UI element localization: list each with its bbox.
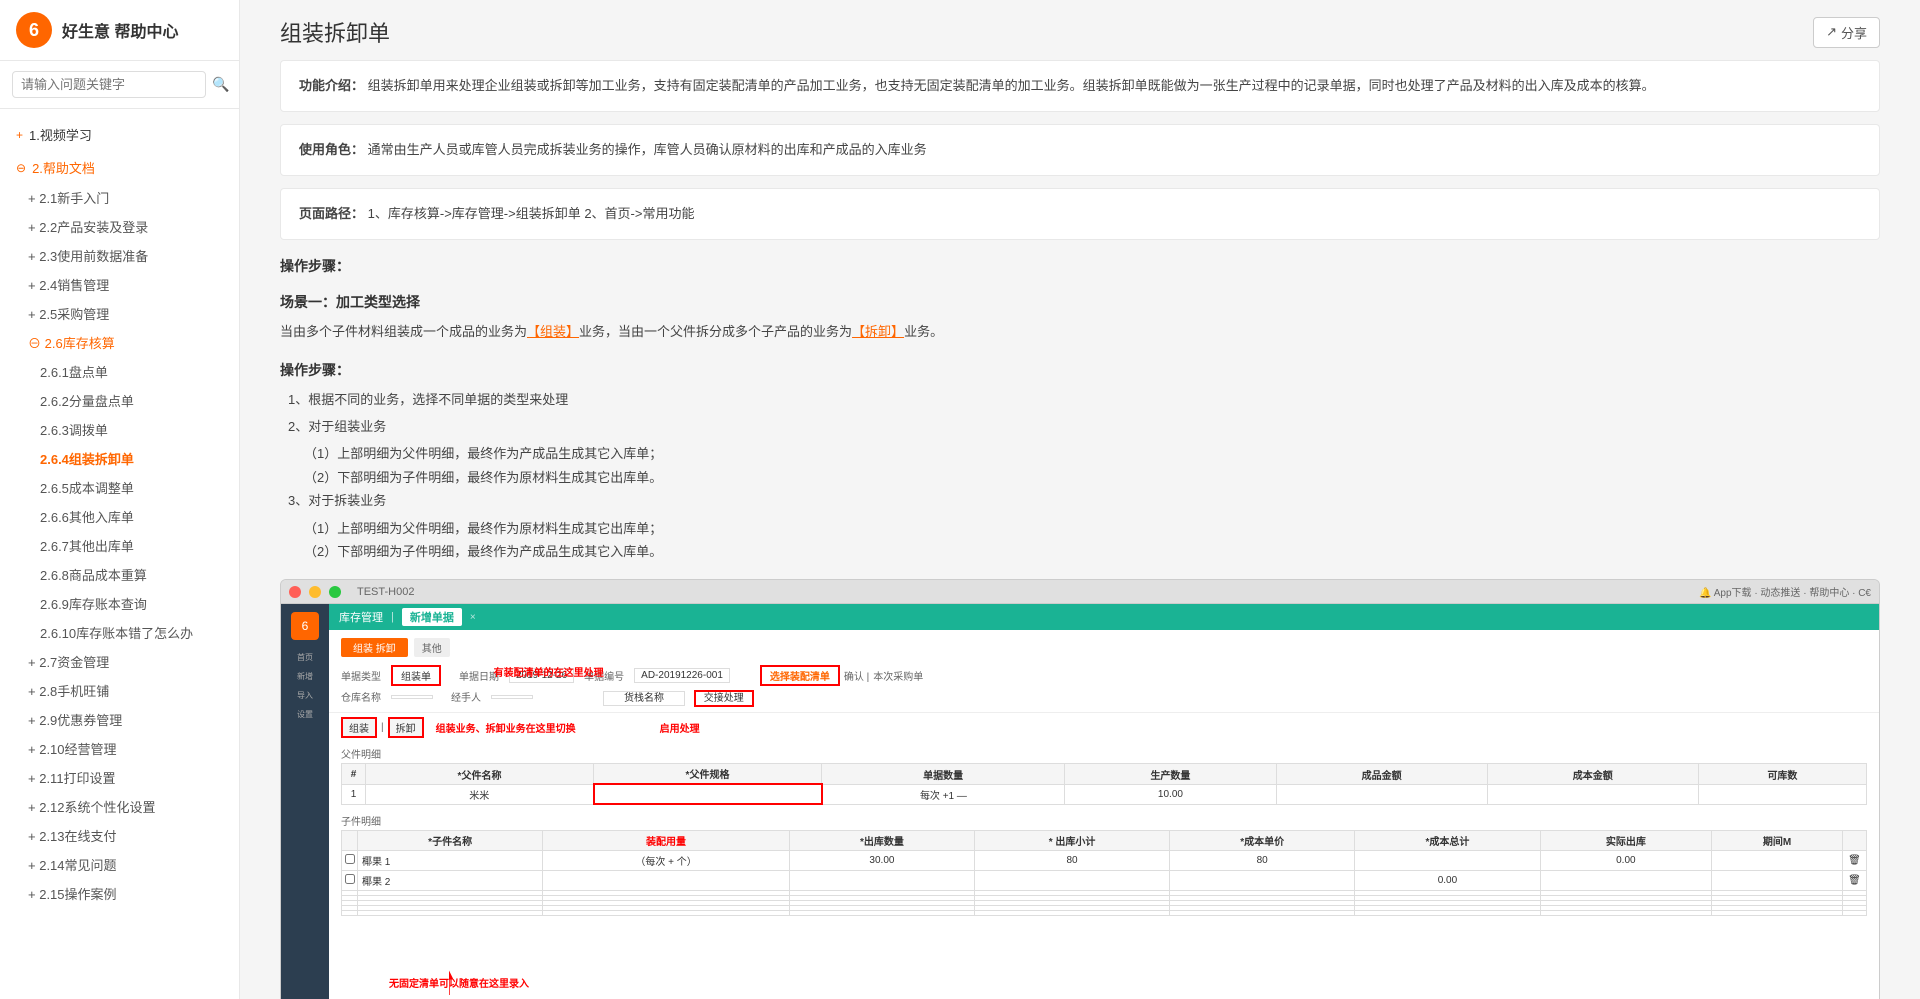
function-intro-label: 功能介绍： [299,78,364,93]
scenario1-title: 场景一：加工类型选择 [280,292,1880,312]
screenshot-container: TEST-H002 🔔 App下载 · 动态推送 · 帮助中心 · C€ 6 首… [280,579,1880,999]
role-text: 通常由生产人员或库管人员完成拆装业务的操作，库管人员确认原材料的出库和产成品的入… [368,142,927,157]
minus-icon: ⊖ [16,161,26,175]
plus-icon: + [28,771,39,786]
plus-icon: + [28,713,39,728]
step2: 2、对于组装业务 [288,415,1880,438]
sidebar-header: 6 好生意 帮助中心 [0,0,239,61]
sidebar-item-video[interactable]: + 1.视频学习 [0,119,239,150]
content-header: 组装拆卸单 ↗ 分享 [240,0,1920,60]
highlight-disassembly: 【拆卸】 [852,324,904,339]
step3: 3、对于拆装业务 [288,489,1880,512]
logo-icon: 6 [16,12,52,48]
sidebar-item-sales[interactable]: + 2.4销售管理 [0,270,239,299]
function-intro-text: 组装拆卸单用来处理企业组装或拆卸等加工业务，支持有固定装配清单的产品加工业务，也… [368,78,1655,93]
sidebar-sub-sub-items: 2.6.1盘点单 2.6.2分量盘点单 2.6.3调拨单 2.6.4组装拆卸单 … [0,357,239,647]
nav-section-1: + 1.视频学习 [0,119,239,150]
sidebar-item-coupon[interactable]: + 2.9优惠券管理 [0,705,239,734]
sidebar-nav: + 1.视频学习 ⊖ 2.帮助文档 + 2.1新手入门 + 2.2产品安装及登录… [0,109,239,999]
sidebar-item-personalize[interactable]: + 2.12系统个性化设置 [0,792,239,821]
share-icon: ↗ [1826,24,1837,40]
step3-sub1: （1）上部明细为父件明细，最终作为原材料生成其它出库单； [304,517,1880,540]
sidebar-item-install[interactable]: + 2.2产品安装及登录 [0,212,239,241]
plus-icon: + [28,684,39,699]
sidebar-item-purchase[interactable]: + 2.5采购管理 [0,299,239,328]
main-content: 组装拆卸单 ↗ 分享 功能介绍： 组装拆卸单用来处理企业组装或拆卸等加工业务，支… [240,0,1920,999]
sidebar-item-other-in[interactable]: 2.6.6其他入库单 [0,502,239,531]
search-box: 🔍 [0,61,239,109]
sidebar-item-inventory[interactable]: ⊖ 2.6库存核算 [0,328,239,357]
scenario1-desc: 当由多个子件材料组装成一个成品的业务为【组装】业务，当由一个父件拆分成多个子产品… [280,320,1880,343]
role-label: 使用角色： [299,142,364,157]
sidebar-item-label: 2.帮助文档 [32,158,95,177]
mock-assembly-tab: 组装 拆卸 [341,638,408,657]
sidebar-item-faq[interactable]: + 2.14常见问题 [0,850,239,879]
sidebar: 6 好生意 帮助中心 🔍 + 1.视频学习 ⊖ 2.帮助文档 + 2.1新手入门 [0,0,240,999]
step1: 1、根据不同的业务，选择不同单据的类型来处理 [288,388,1880,411]
share-button[interactable]: ↗ 分享 [1813,17,1880,48]
sidebar-item-stocktake[interactable]: 2.6.1盘点单 [0,357,239,386]
step2-sub1: （1）上部明细为父件明细，最终作为产成品生成其它入库单； [304,442,1880,465]
sidebar-item-print[interactable]: + 2.11打印设置 [0,763,239,792]
sidebar-item-stock-ledger[interactable]: 2.6.9库存账本查询 [0,589,239,618]
plus-icon: + [28,220,39,235]
plus-icon: + [28,858,39,873]
app-title: 好生意 帮助中心 [62,18,178,42]
sidebar-item-data-prep[interactable]: + 2.3使用前数据准备 [0,241,239,270]
sidebar-item-partial-stocktake[interactable]: 2.6.2分量盘点单 [0,386,239,415]
path-text: 1、库存核算->库存管理->组装拆卸单 2、首页->常用功能 [368,206,695,221]
plus-icon: + [28,249,39,264]
step2-sub2: （2）下部明细为子件明细，最终作为原材料生成其它出库单。 [304,466,1880,489]
minus-icon: ⊖ [28,336,45,351]
sidebar-sub-items: + 2.1新手入门 + 2.2产品安装及登录 + 2.3使用前数据准备 + 2.… [0,183,239,908]
sidebar-item-cases[interactable]: + 2.15操作案例 [0,879,239,908]
operation-steps-title: 操作步骤： [280,256,1880,276]
content-body: 功能介绍： 组装拆卸单用来处理企业组装或拆卸等加工业务，支持有固定装配清单的产品… [240,60,1920,999]
sidebar-item-cost-recalc[interactable]: 2.6.8商品成本重算 [0,560,239,589]
plus-icon: + [28,655,39,670]
sidebar-item-ledger-error[interactable]: 2.6.10库存账本错了怎么办 [0,618,239,647]
path-block: 页面路径： 1、库存核算->库存管理->组装拆卸单 2、首页->常用功能 [280,188,1880,240]
sidebar-item-beginner[interactable]: + 2.1新手入门 [0,183,239,212]
plus-icon: + [16,128,23,142]
sidebar-item-cost-adjust[interactable]: 2.6.5成本调整单 [0,473,239,502]
sidebar-item-assembly[interactable]: 2.6.4组装拆卸单 [0,444,239,473]
sidebar-item-online-pay[interactable]: + 2.13在线支付 [0,821,239,850]
sidebar-item-label: 1.视频学习 [29,125,92,144]
sidebar-item-mobile[interactable]: + 2.8手机旺铺 [0,676,239,705]
highlight-assembly: 【组装】 [527,324,579,339]
page-title: 组装拆卸单 [280,16,390,48]
search-icon[interactable]: 🔍 [212,76,229,93]
sidebar-item-operation[interactable]: + 2.10经营管理 [0,734,239,763]
plus-icon: + [28,742,39,757]
share-label: 分享 [1841,23,1867,42]
plus-icon: + [28,887,39,902]
steps-label: 操作步骤： [280,360,1880,380]
sidebar-item-help-docs[interactable]: ⊖ 2.帮助文档 [0,152,239,183]
plus-icon: + [28,307,39,322]
step3-sub2: （2）下部明细为子件明细，最终作为产成品生成其它入库单。 [304,540,1880,563]
plus-icon: + [28,800,39,815]
sidebar-item-other-out[interactable]: 2.6.7其他出库单 [0,531,239,560]
function-intro-block: 功能介绍： 组装拆卸单用来处理企业组装或拆卸等加工业务，支持有固定装配清单的产品… [280,60,1880,112]
path-label: 页面路径： [299,206,364,221]
sidebar-item-transfer[interactable]: 2.6.3调拨单 [0,415,239,444]
plus-icon: + [28,829,39,844]
plus-icon: + [28,191,39,206]
plus-icon: + [28,278,39,293]
search-input[interactable] [12,71,206,98]
nav-section-2: ⊖ 2.帮助文档 + 2.1新手入门 + 2.2产品安装及登录 + 2.3使用前… [0,152,239,908]
role-block: 使用角色： 通常由生产人员或库管人员完成拆装业务的操作，库管人员确认原材料的出库… [280,124,1880,176]
sidebar-item-finance[interactable]: + 2.7资金管理 [0,647,239,676]
